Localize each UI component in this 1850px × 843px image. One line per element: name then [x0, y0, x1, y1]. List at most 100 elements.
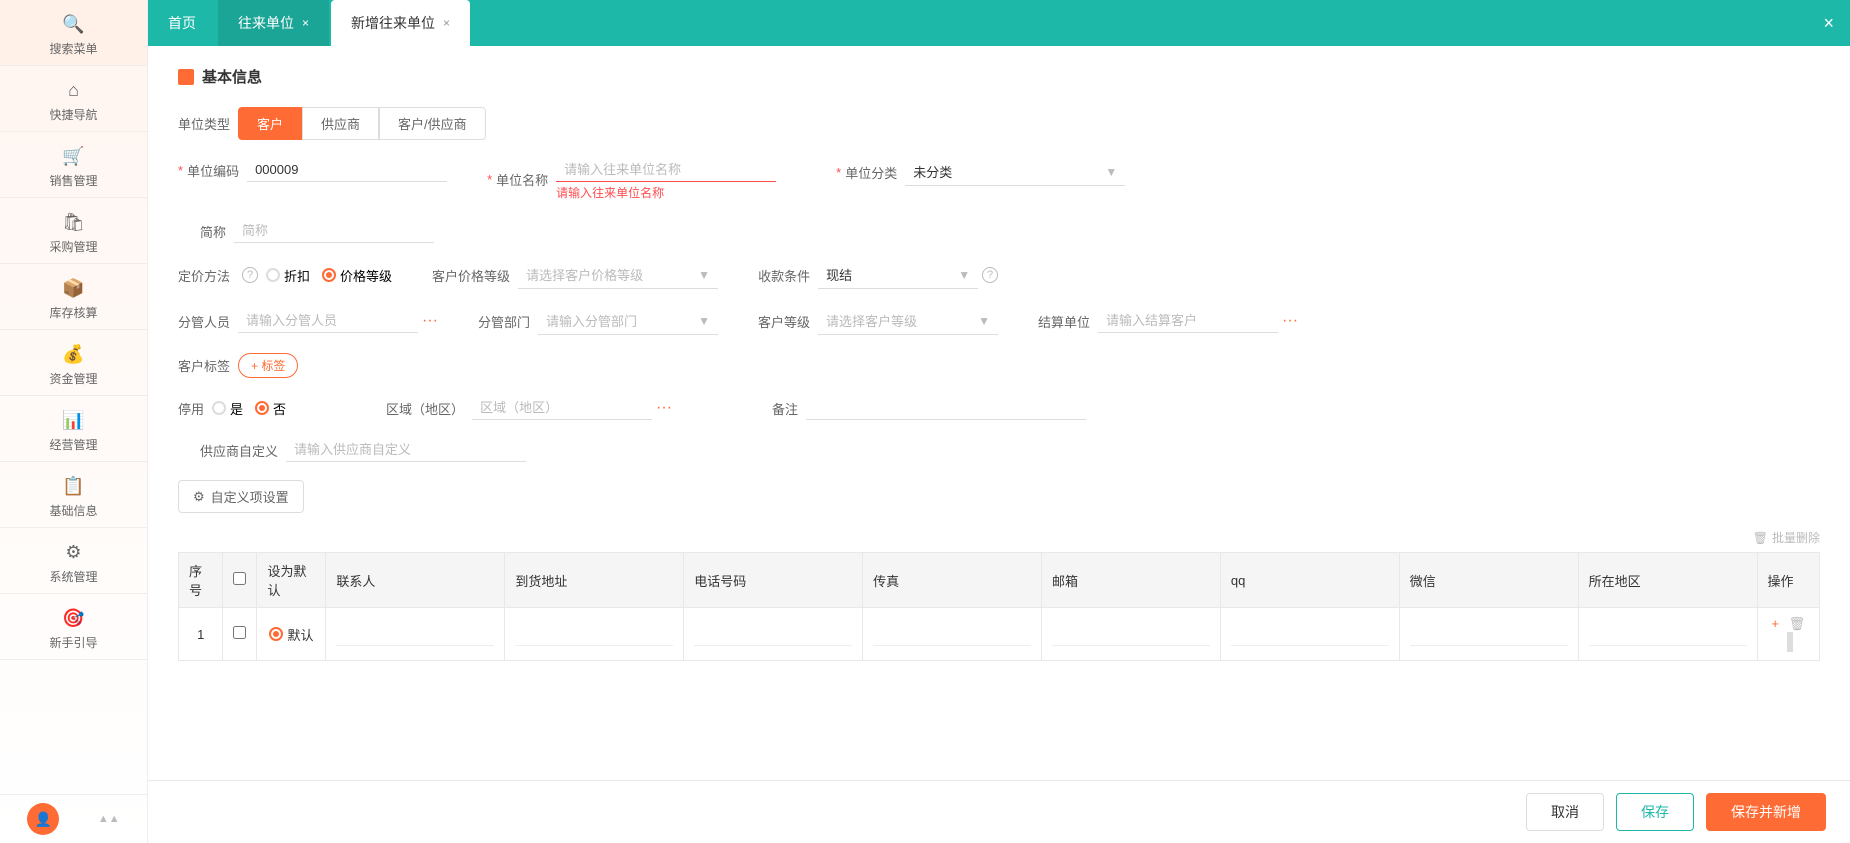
phone-input[interactable]: [694, 622, 852, 646]
tab-list[interactable]: 往来单位 ×: [218, 0, 329, 46]
customer-level-select[interactable]: 请选择客户等级 ▼: [818, 307, 998, 335]
contacts-table: 序号 设为默认 联系人 到货地址 电话号码 传真 邮箱 qq 微信 所在地区 操…: [178, 552, 1820, 661]
manager-more-btn[interactable]: ···: [422, 312, 438, 330]
sidebar-item-finance[interactable]: 💰 资金管理: [0, 330, 147, 396]
disabled-no[interactable]: 否: [255, 399, 286, 418]
sidebar-label-sales: 销售管理: [49, 172, 97, 189]
dept-select[interactable]: 请输入分管部门 ▼: [538, 307, 718, 335]
settlement-input[interactable]: [1098, 309, 1278, 333]
payment-select[interactable]: 现结 ▼: [818, 261, 978, 289]
pricing-radio-discount[interactable]: 折扣: [266, 266, 310, 285]
main-area: 首页 往来单位 × 新增往来单位 × × 基本信息 单位类型 客户 供应商 客户…: [148, 0, 1850, 843]
region-input[interactable]: [472, 396, 652, 420]
table-section: 🗑 批量删除 序号 设为默认 联系人 到货地址 电话号码 传真 邮箱 qq: [178, 529, 1820, 661]
code-input[interactable]: [247, 158, 447, 182]
settlement-more-btn[interactable]: ···: [1282, 312, 1298, 330]
region-more-btn[interactable]: ···: [656, 399, 672, 417]
td-address: [505, 608, 684, 661]
type-btn-supplier[interactable]: 供应商: [302, 107, 379, 140]
code-field: * 单位编码: [178, 158, 447, 182]
sidebar-item-sales[interactable]: 🛒 销售管理: [0, 132, 147, 198]
row-checkbox[interactable]: [233, 626, 246, 639]
row-drag-handle[interactable]: [1787, 632, 1793, 652]
sidebar-label-basic: 基础信息: [49, 502, 97, 519]
cancel-button[interactable]: 取消: [1526, 793, 1604, 831]
custom-settings-row: ⚙ 自定义项设置: [178, 480, 1820, 513]
radio-discount-circle: [266, 268, 280, 282]
radio-level-label: 价格等级: [340, 266, 392, 285]
customer-price-select[interactable]: 请选择客户价格等级 ▼: [518, 261, 718, 289]
th-action: 操作: [1757, 553, 1819, 608]
tab-list-close[interactable]: ×: [302, 16, 309, 30]
td-email: [1041, 608, 1220, 661]
customer-level-label: 客户等级: [758, 312, 810, 331]
save-new-button[interactable]: 保存并新增: [1706, 793, 1826, 831]
dept-chevron: ▼: [698, 314, 710, 328]
type-btn-customer[interactable]: 客户: [238, 107, 302, 140]
pricing-help-icon[interactable]: ?: [242, 267, 258, 283]
batch-delete-btn[interactable]: 🗑 批量删除: [1753, 529, 1820, 546]
address-input[interactable]: [515, 622, 673, 646]
sidebar-item-newbie[interactable]: 🎯 新手引导: [0, 594, 147, 660]
sidebar-item-basic[interactable]: 📋 基础信息: [0, 462, 147, 528]
sidebar-item-inventory[interactable]: 📦 库存核算: [0, 264, 147, 330]
settlement-label: 结算单位: [1038, 312, 1090, 331]
tab-add-label: 新增往来单位: [351, 13, 435, 33]
shortname-input[interactable]: [234, 219, 434, 243]
row-delete-btn[interactable]: 🗑: [1789, 616, 1806, 631]
th-wechat: 微信: [1399, 553, 1578, 608]
type-btn-both[interactable]: 客户/供应商: [379, 107, 486, 140]
disabled-yes[interactable]: 是: [212, 399, 243, 418]
fax-input[interactable]: [873, 622, 1031, 646]
form-row-disabled: 停用 是 否 区域（地区） ···: [178, 396, 1820, 420]
th-checkbox[interactable]: [233, 572, 246, 585]
tab-home-label: 首页: [168, 13, 196, 33]
shortname-label: 简称: [200, 222, 226, 241]
row-add-btn[interactable]: +: [1771, 616, 1779, 631]
sidebar-item-system[interactable]: ⚙ 系统管理: [0, 528, 147, 594]
th-qq: qq: [1220, 553, 1399, 608]
email-input[interactable]: [1052, 622, 1210, 646]
save-button[interactable]: 保存: [1616, 793, 1694, 831]
supplier-custom-field: 供应商自定义: [200, 438, 526, 462]
sidebar-item-operations[interactable]: 📊 经营管理: [0, 396, 147, 462]
contact-input[interactable]: [336, 622, 494, 646]
customer-price-chevron: ▼: [698, 268, 710, 282]
sidebar-item-search[interactable]: 🔍 搜索菜单: [0, 0, 147, 66]
form-row-type: 单位类型 客户 供应商 客户/供应商: [178, 107, 1820, 140]
remark-input[interactable]: [806, 396, 1086, 420]
search-icon: 🔍: [62, 12, 86, 36]
supplier-custom-input[interactable]: [286, 438, 526, 462]
pricing-radio-level[interactable]: 价格等级: [322, 266, 392, 285]
tab-home[interactable]: 首页: [148, 0, 216, 46]
qq-input[interactable]: [1231, 622, 1389, 646]
sidebar-item-purchase[interactable]: 🛍 采购管理: [0, 198, 147, 264]
td-wechat: [1399, 608, 1578, 661]
wechat-input[interactable]: [1410, 622, 1568, 646]
user-avatar[interactable]: 👤: [27, 803, 59, 835]
add-tag-btn[interactable]: + 标签: [238, 353, 298, 378]
category-label: 单位分类: [845, 163, 897, 182]
tab-bar-global-close[interactable]: ×: [1823, 0, 1850, 46]
default-label: 默认: [287, 625, 313, 644]
customer-price-label: 客户价格等级: [432, 266, 510, 285]
row-region-input[interactable]: [1589, 622, 1747, 646]
custom-settings-btn[interactable]: ⚙ 自定义项设置: [178, 480, 304, 513]
name-input[interactable]: [556, 158, 776, 182]
customer-level-placeholder: 请选择客户等级: [826, 311, 974, 330]
default-radio[interactable]: 默认: [267, 625, 315, 644]
manager-input[interactable]: [238, 309, 418, 333]
sidebar-label-search: 搜索菜单: [49, 40, 97, 57]
tab-add[interactable]: 新增往来单位 ×: [331, 0, 470, 46]
payment-help-icon[interactable]: ?: [982, 267, 998, 283]
sidebar-item-shortcut[interactable]: ⌂ 快捷导航: [0, 66, 147, 132]
category-select[interactable]: 未分类 ▼: [905, 158, 1125, 186]
th-address: 到货地址: [505, 553, 684, 608]
tab-add-close[interactable]: ×: [443, 16, 450, 30]
sidebar-label-operations: 经营管理: [49, 436, 97, 453]
disabled-radio-group: 是 否: [212, 399, 286, 418]
radio-level-circle: [322, 268, 336, 282]
tag-label: 客户标签: [178, 356, 230, 375]
form-row-pricing: 定价方法 ? 折扣 价格等级 客户价格等级: [178, 261, 1820, 289]
sidebar-bottom-text: ▲▲: [98, 813, 120, 825]
